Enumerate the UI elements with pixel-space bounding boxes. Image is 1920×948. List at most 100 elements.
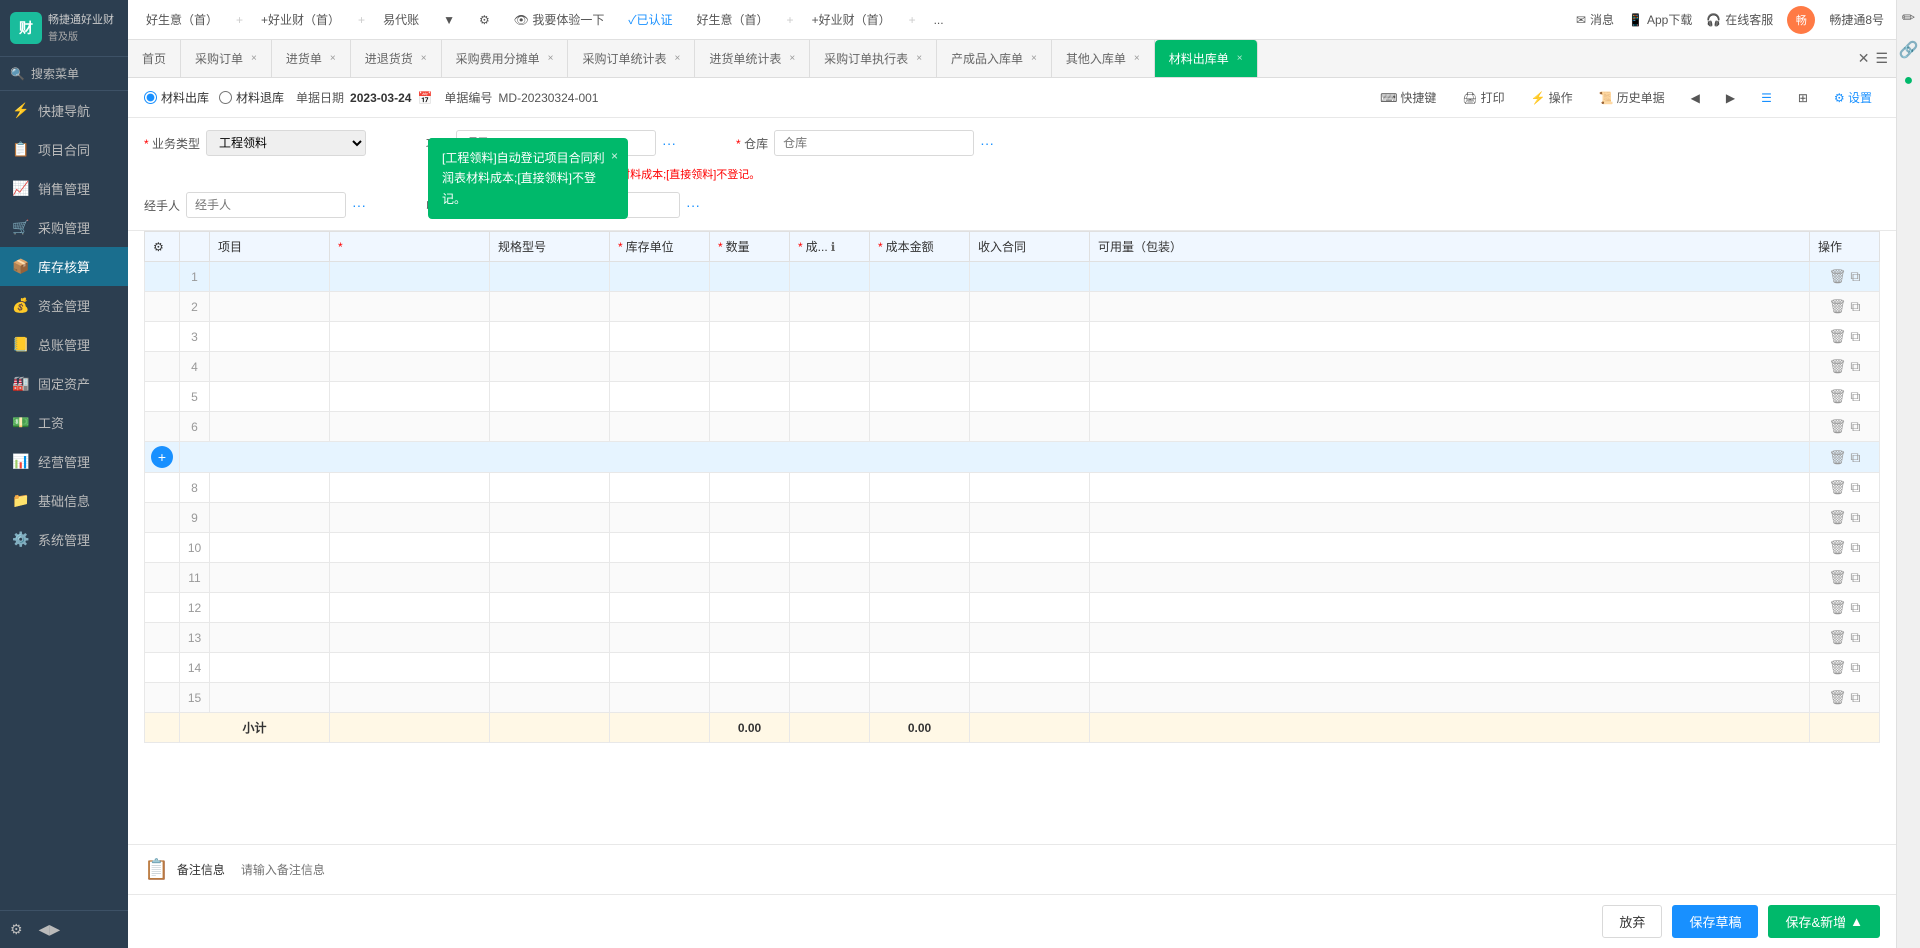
topbar-finance2[interactable]: +好业财（首） <box>806 9 897 30</box>
nav-next-btn[interactable]: ▶ <box>1718 88 1743 108</box>
right-panel-edit-icon[interactable]: ✏ <box>1902 8 1915 28</box>
copy-row-icon[interactable]: ⧉ <box>1850 418 1860 435</box>
tab-close-icon[interactable]: × <box>1134 53 1140 64</box>
tab-menu-icon[interactable]: ☰ <box>1875 50 1888 67</box>
sidebar-item-finance[interactable]: 💰 资金管理 <box>0 286 128 325</box>
tab-close-icon[interactable]: × <box>789 53 795 64</box>
copy-row-icon[interactable]: ⧉ <box>1850 539 1860 556</box>
delete-row-icon[interactable]: 🗑 <box>1829 358 1847 375</box>
view-grid-btn[interactable]: ⊞ <box>1790 88 1816 108</box>
add-row-btn[interactable]: + <box>151 446 173 468</box>
print-btn[interactable]: 🖨 打印 <box>1454 86 1512 109</box>
warehouse-input[interactable] <box>774 130 974 156</box>
sidebar-item-system[interactable]: ⚙️ 系统管理 <box>0 520 128 559</box>
topbar-good-finance[interactable]: +好业财（首） <box>255 9 346 30</box>
tab-close-icon[interactable]: × <box>421 53 427 64</box>
settings-page-btn[interactable]: ⚙ 设置 <box>1826 86 1880 109</box>
right-panel-green-icon[interactable]: ● <box>1904 72 1914 90</box>
view-list-btn[interactable]: ☰ <box>1753 88 1780 108</box>
copy-row-icon[interactable]: ⧉ <box>1850 599 1860 616</box>
delete-row-icon[interactable]: 🗑 <box>1829 659 1847 676</box>
delete-row-icon[interactable]: 🗑 <box>1829 569 1847 586</box>
sidebar-item-project[interactable]: 📋 项目合同 <box>0 130 128 169</box>
delete-row-icon[interactable]: 🗑 <box>1829 509 1847 526</box>
copy-icon[interactable]: ⧉ <box>1850 449 1860 466</box>
topbar-biz2[interactable]: 好生意（首） <box>691 9 775 30</box>
warehouse-dots[interactable]: ··· <box>980 135 994 151</box>
tab-other-in[interactable]: 其他入库单 × <box>1052 40 1155 78</box>
delete-row-icon[interactable]: 🗑 <box>1829 629 1847 646</box>
copy-row-icon[interactable]: ⧉ <box>1850 659 1860 676</box>
cell-input[interactable] <box>210 263 329 291</box>
quick-key-btn[interactable]: ⌨ 快捷键 <box>1372 86 1444 109</box>
tab-purchase-stat[interactable]: 采购订单统计表 × <box>568 40 695 78</box>
sidebar-search[interactable]: 🔍 搜索菜单 <box>0 57 128 91</box>
sidebar-item-assets[interactable]: 🏭 固定资产 <box>0 364 128 403</box>
business-type-select[interactable]: 工程领料 直接领料 <box>206 130 366 156</box>
settings-icon[interactable]: ⚙ <box>10 921 23 938</box>
notes-input[interactable] <box>241 863 1880 877</box>
cell-input[interactable] <box>330 263 489 291</box>
nav-prev-btn[interactable]: ◀ <box>1683 88 1708 108</box>
tab-close-icon[interactable]: × <box>330 53 336 64</box>
tab-in-stat[interactable]: 进货单统计表 × <box>695 40 810 78</box>
close-all-icon[interactable]: ✕ <box>1858 50 1870 67</box>
history-btn[interactable]: 📜 历史单据 <box>1591 86 1673 109</box>
copy-row-icon[interactable]: ⧉ <box>1850 629 1860 646</box>
tab-close-icon[interactable]: × <box>674 53 680 64</box>
tab-purchase-in[interactable]: 进货单 × <box>272 40 351 78</box>
delete-icon[interactable]: 🗑 <box>1829 449 1847 466</box>
delete-row-icon[interactable]: 🗑 <box>1829 418 1847 435</box>
copy-row-icon[interactable]: ⧉ <box>1850 328 1860 345</box>
tab-home[interactable]: 首页 <box>128 40 181 78</box>
user-name[interactable]: 畅捷通8号 <box>1829 11 1884 28</box>
tab-close-icon[interactable]: × <box>916 53 922 64</box>
copy-row-icon[interactable]: ⧉ <box>1850 509 1860 526</box>
copy-row-icon[interactable]: ⧉ <box>1850 358 1860 375</box>
col-settings[interactable]: ⚙ <box>145 232 180 262</box>
tab-close-icon[interactable]: × <box>1031 53 1037 64</box>
income-contract-dots[interactable]: ··· <box>686 197 700 213</box>
tab-close-icon[interactable]: × <box>548 53 554 64</box>
delete-row-icon[interactable]: 🗑 <box>1829 539 1847 556</box>
topbar-experience[interactable]: 👁 我要体验一下 <box>508 9 611 30</box>
user-avatar[interactable]: 畅 <box>1787 6 1815 34</box>
right-panel-link-icon[interactable]: 🔗 <box>1899 40 1919 60</box>
sidebar-item-sales[interactable]: 📈 销售管理 <box>0 169 128 208</box>
tab-close-icon[interactable]: × <box>1237 53 1243 64</box>
sidebar-item-salary[interactable]: 💵 工资 <box>0 403 128 442</box>
collapse-icon[interactable]: ◀▶ <box>39 921 61 938</box>
sidebar-item-inventory[interactable]: 📦 库存核算 <box>0 247 128 286</box>
message-btn[interactable]: ✉ 消息 <box>1576 11 1614 28</box>
tab-purchase-return[interactable]: 进退货货 × <box>351 40 442 78</box>
delete-row-icon[interactable]: 🗑 <box>1829 298 1847 315</box>
topbar-more[interactable]: ... <box>928 11 950 29</box>
copy-row-icon[interactable]: ⧉ <box>1850 298 1860 315</box>
handler-dots[interactable]: ··· <box>352 197 366 213</box>
app-download-btn[interactable]: 📱 App下载 <box>1628 11 1692 28</box>
tab-purchase-order[interactable]: 采购订单 × <box>181 40 272 78</box>
delete-row-icon[interactable]: 🗑 <box>1829 479 1847 496</box>
sidebar-item-operation[interactable]: 📊 经营管理 <box>0 442 128 481</box>
copy-row-icon[interactable]: ⧉ <box>1850 569 1860 586</box>
sidebar-item-purchase[interactable]: 🛒 采购管理 <box>0 208 128 247</box>
tab-purchase-fee[interactable]: 采购费用分摊单 × <box>442 40 569 78</box>
radio-out[interactable]: 材料出库 <box>144 89 209 106</box>
copy-row-icon[interactable]: ⧉ <box>1850 268 1860 285</box>
online-service-btn[interactable]: 🎧 在线客服 <box>1706 11 1773 28</box>
delete-row-icon[interactable]: 🗑 <box>1829 689 1847 706</box>
tooltip-close-btn[interactable]: × <box>611 146 618 166</box>
delete-row-icon[interactable]: 🗑 <box>1829 268 1847 285</box>
operations-btn[interactable]: ⚡ 操作 <box>1523 86 1581 109</box>
sidebar-item-basic[interactable]: 📁 基础信息 <box>0 481 128 520</box>
save-new-btn[interactable]: 保存&新增 ▲ <box>1768 905 1880 938</box>
calendar-icon[interactable]: 📅 <box>417 91 432 105</box>
copy-row-icon[interactable]: ⧉ <box>1850 689 1860 706</box>
tab-material-out[interactable]: 材料出库单 × <box>1155 40 1258 78</box>
discard-btn[interactable]: 放弃 <box>1602 905 1662 938</box>
handler-input[interactable] <box>186 192 346 218</box>
delete-row-icon[interactable]: 🗑 <box>1829 328 1847 345</box>
topbar-good-biz[interactable]: 好生意（首） <box>140 9 224 30</box>
topbar-settings-icon[interactable]: ⚙ <box>473 11 496 29</box>
project-dots[interactable]: ··· <box>662 135 676 151</box>
